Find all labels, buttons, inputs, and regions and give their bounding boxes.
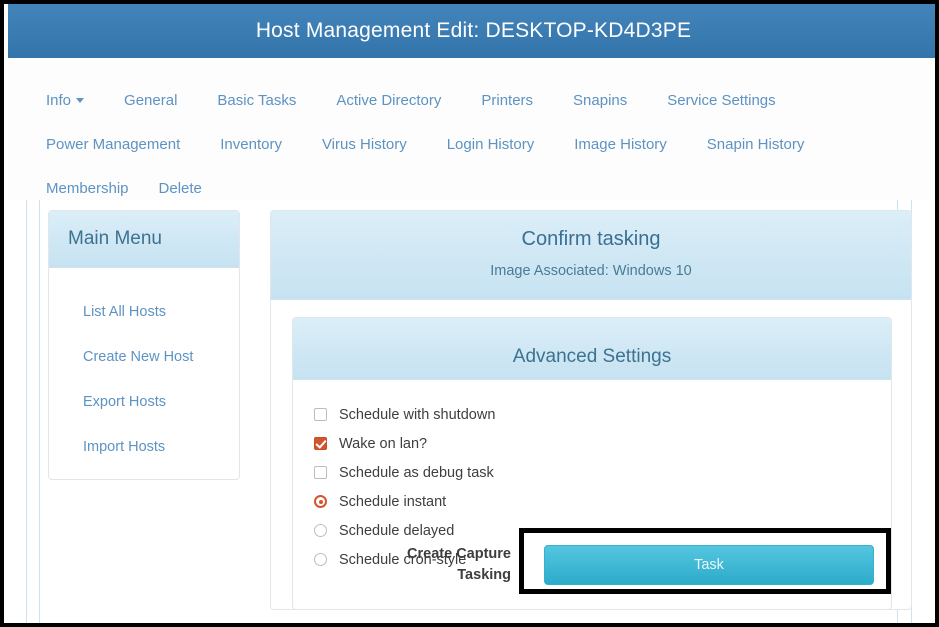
option-label: Schedule with shutdown <box>339 406 496 423</box>
nav-item-snapin-history[interactable]: Snapin History <box>707 136 805 153</box>
task-button[interactable]: Task <box>544 545 874 585</box>
nav-row-2: Power Management Inventory Virus History… <box>8 122 935 166</box>
sidebar-item-list-all-hosts[interactable]: List All Hosts <box>49 290 239 335</box>
nav-item-info[interactable]: Info <box>46 91 85 109</box>
option-label: Schedule instant <box>339 493 447 510</box>
create-capture-tasking-label-line1: Create Capture <box>407 546 511 562</box>
confirm-tasking-panel: Confirm tasking Image Associated: Window… <box>270 210 912 610</box>
main-menu-panel: Main Menu List All Hosts Create New Host… <box>48 210 240 480</box>
layout-rule-left-outer <box>26 200 27 623</box>
option-schedule-as-debug-task[interactable]: Schedule as debug task <box>314 458 891 487</box>
sidebar-item-export-hosts[interactable]: Export Hosts <box>49 380 239 425</box>
layout-rule-left-inner <box>39 200 40 623</box>
nav-item-virus-history[interactable]: Virus History <box>322 136 407 153</box>
option-label: Wake on lan? <box>339 435 428 452</box>
app-window: Host Management Edit: DESKTOP-KD4D3PE In… <box>0 0 939 627</box>
main-menu-list: List All Hosts Create New Host Export Ho… <box>49 268 239 470</box>
create-capture-tasking-row: Create Capture Tasking Task <box>314 528 891 604</box>
nav-item-service-settings[interactable]: Service Settings <box>667 92 775 109</box>
advanced-settings-panel: Advanced Settings Schedule with shutdown… <box>292 317 892 610</box>
window-title-bar: Host Management Edit: DESKTOP-KD4D3PE <box>8 4 935 58</box>
checkbox-schedule-with-shutdown[interactable] <box>314 408 327 421</box>
create-capture-tasking-label-line2: Tasking <box>457 567 511 583</box>
sidebar-item-create-new-host[interactable]: Create New Host <box>49 335 239 380</box>
option-label: Schedule as debug task <box>339 464 494 481</box>
checkbox-schedule-as-debug-task[interactable] <box>314 466 327 479</box>
nav-item-active-directory[interactable]: Active Directory <box>336 92 441 109</box>
radio-schedule-instant[interactable] <box>314 495 327 508</box>
nav-item-general[interactable]: General <box>124 92 177 109</box>
nav-item-inventory[interactable]: Inventory <box>220 136 282 153</box>
nav-item-power-management[interactable]: Power Management <box>46 136 180 153</box>
chevron-down-icon <box>76 97 85 103</box>
confirm-tasking-title: Confirm tasking <box>521 228 661 250</box>
option-schedule-instant[interactable]: Schedule instant <box>314 487 891 516</box>
nav-item-login-history[interactable]: Login History <box>447 136 535 153</box>
nav-item-membership[interactable]: Membership <box>46 180 129 197</box>
nav-item-image-history[interactable]: Image History <box>574 136 667 153</box>
image-associated-text: Image Associated: Windows 10 <box>490 263 692 279</box>
create-capture-tasking-label: Create Capture Tasking <box>378 544 511 586</box>
checkbox-wake-on-lan[interactable] <box>314 437 327 450</box>
host-nav-tabs: Info General Basic Tasks Active Director… <box>8 58 935 200</box>
sidebar-item-import-hosts[interactable]: Import Hosts <box>49 425 239 470</box>
nav-item-basic-tasks[interactable]: Basic Tasks <box>217 92 296 109</box>
main-menu-heading: Main Menu <box>49 211 239 268</box>
nav-item-snapins[interactable]: Snapins <box>573 92 627 109</box>
advanced-settings-title: Advanced Settings <box>293 318 891 380</box>
page-title: Host Management Edit: DESKTOP-KD4D3PE <box>255 19 692 42</box>
option-schedule-with-shutdown[interactable]: Schedule with shutdown <box>314 400 891 429</box>
advanced-settings-body: Schedule with shutdown Wake on lan? Sche… <box>293 380 891 609</box>
nav-item-label: Info <box>46 91 72 109</box>
nav-item-printers[interactable]: Printers <box>481 92 533 109</box>
nav-row-1: Info General Basic Tasks Active Director… <box>8 78 935 122</box>
confirm-tasking-header: Confirm tasking Image Associated: Window… <box>271 211 911 300</box>
highlight-annotation-box: Task <box>519 528 891 594</box>
content-area: Main Menu List All Hosts Create New Host… <box>8 200 935 623</box>
nav-item-delete[interactable]: Delete <box>159 180 202 197</box>
option-wake-on-lan[interactable]: Wake on lan? <box>314 429 891 458</box>
